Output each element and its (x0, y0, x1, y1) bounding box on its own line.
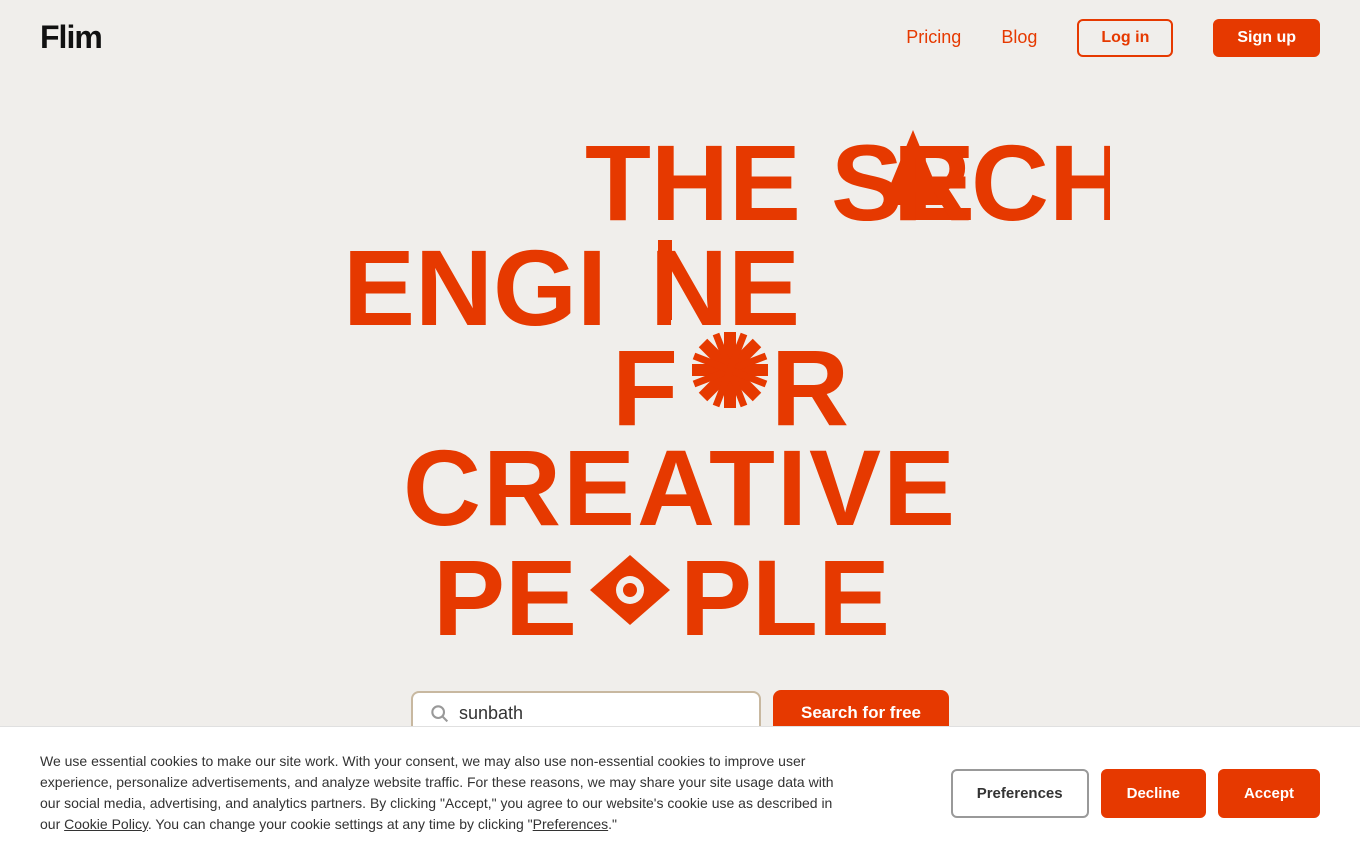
search-icon (429, 703, 449, 723)
cookie-policy-link[interactable]: Cookie Policy (64, 816, 148, 832)
logo: Flim (40, 19, 102, 56)
cookie-buttons: Preferences Decline Accept (951, 769, 1320, 818)
preferences-button[interactable]: Preferences (951, 769, 1089, 818)
decline-button[interactable]: Decline (1101, 769, 1206, 818)
hero-people-line: .ht2 { font-family: 'Arial Black', Impac… (430, 535, 930, 650)
svg-text:PLE: PLE (680, 537, 890, 650)
signup-button[interactable]: Sign up (1213, 19, 1320, 57)
svg-text:CREATIVE: CREATIVE (403, 427, 957, 535)
nav-blog[interactable]: Blog (1001, 27, 1037, 48)
nav-right: Pricing Blog Log in Sign up (906, 19, 1320, 57)
login-button[interactable]: Log in (1077, 19, 1173, 57)
hero-section: .ht { font-family: 'Arial Black', Impact… (0, 75, 1360, 796)
preferences-inline-link[interactable]: Preferences (533, 816, 608, 832)
svg-text:PE: PE (433, 537, 577, 650)
cookie-text: We use essential cookies to make our sit… (40, 751, 840, 835)
accept-button[interactable]: Accept (1218, 769, 1320, 818)
hero-title: .ht { font-family: 'Arial Black', Impact… (250, 105, 1110, 535)
nav-pricing[interactable]: Pricing (906, 27, 961, 48)
svg-text:RCH: RCH (893, 122, 1110, 243)
search-input[interactable] (459, 703, 743, 724)
cookie-banner: We use essential cookies to make our sit… (0, 726, 1360, 859)
navbar: Flim Pricing Blog Log in Sign up (0, 0, 1360, 75)
svg-text:ENGI: ENGI (343, 227, 607, 348)
